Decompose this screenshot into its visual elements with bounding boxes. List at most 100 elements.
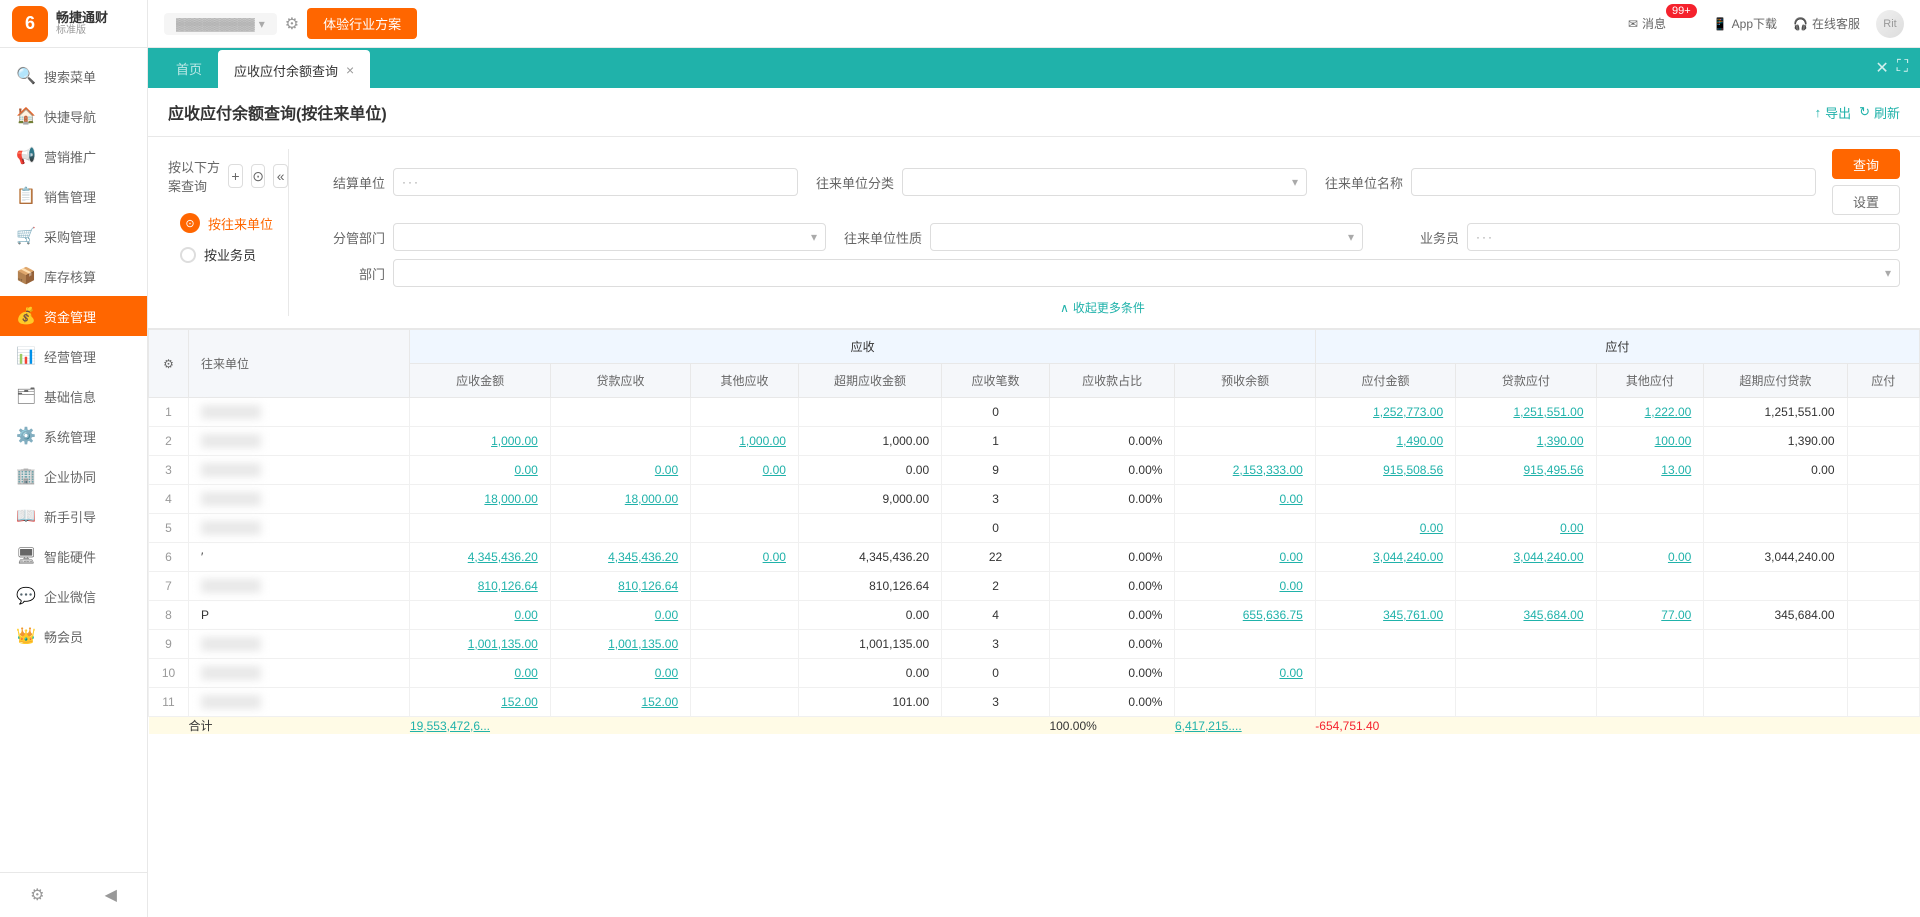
yingshou-je[interactable] — [410, 514, 550, 543]
export-btn[interactable]: ↑ 导出 — [1815, 103, 1852, 122]
collapse-icon[interactable]: ◀ — [105, 885, 117, 905]
refresh-btn[interactable]: ↻ 刷新 — [1859, 103, 1900, 122]
yingfu-qt[interactable] — [1596, 572, 1704, 601]
yingfu-qt[interactable]: 1,222.00 — [1596, 398, 1704, 427]
yingfu-qt[interactable] — [1596, 514, 1704, 543]
yingfu-dk[interactable] — [1456, 659, 1596, 688]
yingshou-je[interactable]: 1,000.00 — [410, 427, 550, 456]
yushou-yue[interactable] — [1175, 398, 1315, 427]
yingfu-dk[interactable] — [1456, 572, 1596, 601]
sidebar-item-marketing[interactable]: 📢营销推广 — [0, 136, 147, 176]
yingshou-qt[interactable] — [691, 398, 799, 427]
yingshou-dk[interactable]: 152.00 — [550, 688, 690, 717]
promo-button[interactable]: 体验行业方案 — [307, 8, 417, 39]
chevron-down-icon[interactable]: ▾ — [259, 17, 265, 31]
filter-dept-dropdown[interactable]: ▾ — [393, 223, 826, 251]
yingshou-je[interactable]: 0.00 — [410, 601, 550, 630]
yingshou-qt[interactable] — [691, 485, 799, 514]
yingshou-dk[interactable]: 810,126.64 — [550, 572, 690, 601]
yingfu-dk[interactable]: 3,044,240.00 — [1456, 543, 1596, 572]
tab-expand-icon[interactable]: ⛶ — [1897, 58, 1908, 78]
yingshou-qt[interactable]: 0.00 — [691, 456, 799, 485]
sidebar-item-inventory[interactable]: 📦库存核算 — [0, 256, 147, 296]
yingfu-qt[interactable] — [1596, 688, 1704, 717]
yingshou-qt[interactable]: 1,000.00 — [691, 427, 799, 456]
yingshou-qt[interactable] — [691, 514, 799, 543]
yingshou-dk[interactable]: 1,001,135.00 — [550, 630, 690, 659]
yingshou-je[interactable]: 0.00 — [410, 456, 550, 485]
yingfu-je[interactable]: 345,761.00 — [1315, 601, 1455, 630]
yingfu-je[interactable] — [1315, 485, 1455, 514]
filter-unitname-input[interactable] — [1411, 168, 1816, 196]
sidebar-item-purchase[interactable]: 🛒采购管理 — [0, 216, 147, 256]
yingshou-qt[interactable] — [691, 572, 799, 601]
yingfu-qt[interactable] — [1596, 485, 1704, 514]
yingfu-dk[interactable] — [1456, 630, 1596, 659]
yingfu-qt[interactable] — [1596, 630, 1704, 659]
yingfu-dk[interactable] — [1456, 688, 1596, 717]
tab-home[interactable]: 首页 — [160, 48, 218, 88]
yingshou-qt[interactable] — [691, 659, 799, 688]
total-yushou[interactable]: 6,417,215.... — [1175, 717, 1315, 735]
filter-salesman-input[interactable]: ··· — [1467, 223, 1900, 251]
yingfu-je[interactable] — [1315, 659, 1455, 688]
sidebar-item-vip[interactable]: 👑畅会员 — [0, 616, 147, 656]
collapse-more-btn[interactable]: ∧ 收起更多条件 — [1060, 299, 1145, 316]
yushou-yue[interactable]: 0.00 — [1175, 485, 1315, 514]
query-by-salesman[interactable]: 按业务员 — [168, 239, 288, 270]
total-yingshou-je[interactable]: 19,553,472,6... — [410, 717, 550, 735]
settings-icon[interactable]: ⚙ — [30, 885, 44, 905]
yingfu-qt[interactable]: 0.00 — [1596, 543, 1704, 572]
sidebar-item-quicknav[interactable]: 🏠快捷导航 — [0, 96, 147, 136]
yingfu-je[interactable]: 3,044,240.00 — [1315, 543, 1455, 572]
yingshou-je[interactable]: 1,001,135.00 — [410, 630, 550, 659]
sidebar-item-corp[interactable]: 🏢企业协同 — [0, 456, 147, 496]
yingshou-qt[interactable] — [691, 601, 799, 630]
yingshou-dk[interactable] — [550, 398, 690, 427]
yingshou-je[interactable] — [410, 398, 550, 427]
online-service-btn[interactable]: 🎧 在线客服 — [1793, 15, 1860, 32]
filter-collapse-btn[interactable]: « — [273, 164, 288, 188]
sidebar-item-search[interactable]: 🔍搜索菜单 — [0, 56, 147, 96]
tab-close-icon[interactable]: × — [346, 62, 354, 78]
yingfu-dk[interactable]: 915,495.56 — [1456, 456, 1596, 485]
yingshou-qt[interactable]: 0.00 — [691, 543, 799, 572]
yingshou-je[interactable]: 18,000.00 — [410, 485, 550, 514]
table-settings-icon[interactable]: ⚙ — [163, 357, 174, 371]
user-avatar[interactable]: Rit — [1876, 10, 1904, 38]
yingfu-qt[interactable]: 77.00 — [1596, 601, 1704, 630]
yushou-yue[interactable] — [1175, 688, 1315, 717]
messages-btn[interactable]: ✉ 消息 99+ — [1628, 15, 1697, 32]
filter-settings-btn[interactable]: ⊙ — [251, 164, 266, 188]
yushou-yue[interactable]: 2,153,333.00 — [1175, 456, 1315, 485]
query-by-unit[interactable]: ⊙ 按往来单位 — [168, 207, 288, 239]
sidebar-item-guide[interactable]: 📖新手引导 — [0, 496, 147, 536]
sidebar-item-basic[interactable]: 🗂基础信息 — [0, 376, 147, 416]
yingfu-je[interactable] — [1315, 630, 1455, 659]
yushou-yue[interactable] — [1175, 514, 1315, 543]
sidebar-item-finance[interactable]: 💰资金管理 — [0, 296, 147, 336]
sidebar-item-hardware[interactable]: 🖥智能硬件 — [0, 536, 147, 576]
yingfu-qt[interactable]: 13.00 — [1596, 456, 1704, 485]
yingshou-je[interactable]: 4,345,436.20 — [410, 543, 550, 572]
tab-current[interactable]: 应收应付余额查询 × — [218, 50, 370, 90]
sidebar-item-sales[interactable]: 📋销售管理 — [0, 176, 147, 216]
settings-gear-icon[interactable]: ⚙ — [285, 14, 299, 34]
app-download-btn[interactable]: 📱 App下载 — [1713, 15, 1777, 32]
yingfu-je[interactable]: 1,252,773.00 — [1315, 398, 1455, 427]
settings-button[interactable]: 设置 — [1832, 185, 1900, 215]
yushou-yue[interactable] — [1175, 630, 1315, 659]
yingshou-qt[interactable] — [691, 630, 799, 659]
yingfu-je[interactable] — [1315, 688, 1455, 717]
yingfu-dk[interactable]: 345,684.00 — [1456, 601, 1596, 630]
yingfu-dk[interactable]: 0.00 — [1456, 514, 1596, 543]
yingfu-qt[interactable] — [1596, 659, 1704, 688]
yingshou-dk[interactable]: 0.00 — [550, 601, 690, 630]
yingshou-dk[interactable] — [550, 427, 690, 456]
yingshou-je[interactable]: 152.00 — [410, 688, 550, 717]
yingfu-je[interactable]: 915,508.56 — [1315, 456, 1455, 485]
sidebar-item-wechat[interactable]: 💬企业微信 — [0, 576, 147, 616]
yushou-yue[interactable]: 0.00 — [1175, 659, 1315, 688]
yingshou-je[interactable]: 0.00 — [410, 659, 550, 688]
yingshou-dk[interactable]: 0.00 — [550, 456, 690, 485]
